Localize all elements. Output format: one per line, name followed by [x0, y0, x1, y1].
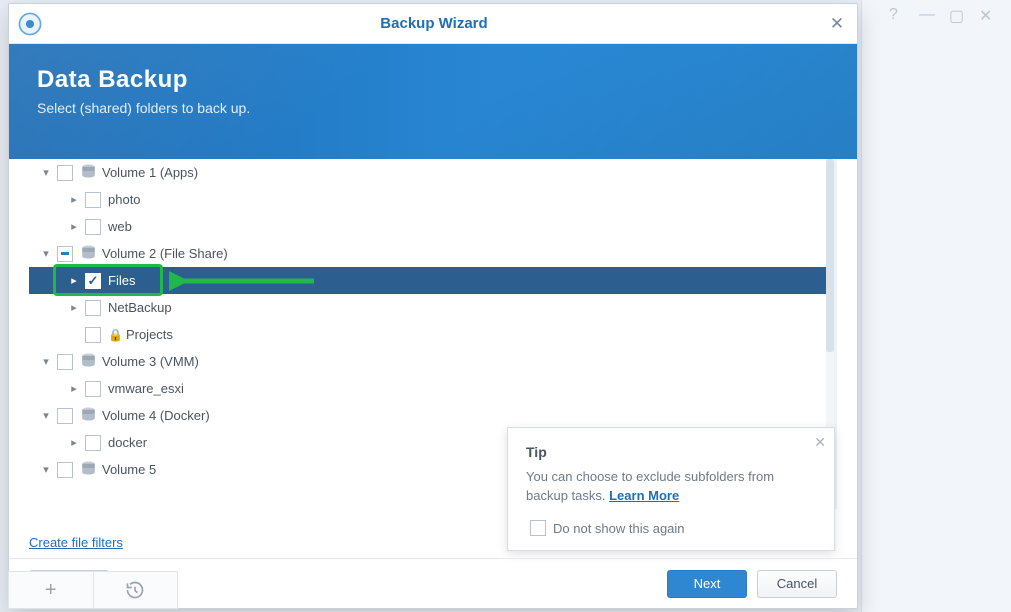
tree-row-label: NetBackup	[108, 300, 172, 315]
tree-row-label: Files	[108, 273, 135, 288]
bg-minimize-icon: —	[919, 6, 941, 24]
window-title: Backup Wizard	[51, 15, 817, 32]
tree-row[interactable]: ▸ NetBackup	[29, 294, 834, 321]
collapse-toggle-icon[interactable]: ▾	[39, 463, 53, 476]
tree-row[interactable]: ▸ vmware_esxi	[29, 375, 834, 402]
lock-icon: 🔒	[108, 328, 123, 342]
tree-row-label: vmware_esxi	[108, 381, 184, 396]
backup-wizard-window: Backup Wizard ✕ Data Backup Select (shar…	[8, 3, 858, 609]
bg-maximize-icon: ▢	[949, 6, 971, 24]
checkbox[interactable]	[57, 246, 73, 262]
tree-row[interactable]: 🔒Projects	[29, 321, 834, 348]
tree-row-label: Volume 4 (Docker)	[102, 408, 210, 423]
tree-row-label: web	[108, 219, 132, 234]
titlebar: Backup Wizard ✕	[9, 4, 857, 44]
ext-history-button[interactable]	[94, 571, 179, 609]
bg-help-icon: ?	[889, 6, 911, 24]
tree-row[interactable]: ▾ Volume 1 (Apps)	[29, 159, 834, 186]
external-toolbar: +	[8, 571, 178, 609]
checkbox[interactable]	[57, 462, 73, 478]
learn-more-link[interactable]: Learn More	[609, 488, 679, 503]
tip-dont-show-label: Do not show this again	[553, 521, 685, 536]
bg-close-icon: ✕	[979, 6, 1001, 24]
app-logo-icon	[9, 11, 51, 37]
tip-dont-show-checkbox[interactable]	[530, 520, 546, 536]
background-window-chrome: ? — ▢ ✕	[861, 0, 1011, 612]
checkbox[interactable]	[57, 408, 73, 424]
tree-row-label: docker	[108, 435, 147, 450]
collapse-toggle-icon[interactable]: ▾	[39, 355, 53, 368]
cancel-button[interactable]: Cancel	[757, 570, 837, 598]
checkbox[interactable]	[85, 219, 101, 235]
checkbox[interactable]	[57, 354, 73, 370]
tip-popup: ✕ Tip You can choose to exclude subfolde…	[507, 427, 835, 551]
checkbox[interactable]	[85, 300, 101, 316]
expand-toggle-icon[interactable]: ▸	[67, 220, 81, 233]
create-file-filters-link[interactable]: Create file filters	[29, 535, 123, 550]
volume-icon	[80, 164, 98, 181]
banner-heading: Data Backup	[37, 66, 829, 94]
collapse-toggle-icon[interactable]: ▾	[39, 166, 53, 179]
tree-row-label: Volume 5	[102, 462, 156, 477]
ext-add-button[interactable]: +	[8, 571, 94, 609]
checkbox[interactable]	[85, 192, 101, 208]
tip-dont-show-row: Do not show this again	[526, 520, 816, 536]
tree-row-label: Volume 1 (Apps)	[102, 165, 198, 180]
expand-toggle-icon[interactable]: ▸	[67, 274, 81, 287]
tree-row[interactable]: ▾ Volume 3 (VMM)	[29, 348, 834, 375]
expand-toggle-icon[interactable]: ▸	[67, 193, 81, 206]
volume-icon	[80, 353, 98, 370]
volume-icon	[80, 245, 98, 262]
checkbox[interactable]	[85, 381, 101, 397]
collapse-toggle-icon[interactable]: ▾	[39, 247, 53, 260]
tip-body: You can choose to exclude subfolders fro…	[526, 468, 816, 506]
next-button[interactable]: Next	[667, 570, 747, 598]
tree-row[interactable]: ▸ Files	[29, 267, 834, 294]
expand-toggle-icon[interactable]: ▸	[67, 382, 81, 395]
tree-row-label: photo	[108, 192, 141, 207]
volume-icon	[80, 461, 98, 478]
banner-subtitle: Select (shared) folders to back up.	[37, 100, 829, 116]
tree-row-label: Volume 2 (File Share)	[102, 246, 228, 261]
tip-title: Tip	[526, 444, 816, 460]
tree-row[interactable]: ▾ Volume 4 (Docker)	[29, 402, 834, 429]
volume-icon	[80, 407, 98, 424]
collapse-toggle-icon[interactable]: ▾	[39, 409, 53, 422]
tree-row[interactable]: ▸ photo	[29, 186, 834, 213]
checkbox[interactable]	[57, 165, 73, 181]
expand-toggle-icon[interactable]: ▸	[67, 436, 81, 449]
tip-close-button[interactable]: ✕	[814, 434, 826, 451]
checkbox[interactable]	[85, 327, 101, 343]
banner: Data Backup Select (shared) folders to b…	[9, 44, 857, 159]
tree-row-label: Projects	[126, 327, 173, 342]
tree-row[interactable]: ▾ Volume 2 (File Share)	[29, 240, 834, 267]
close-button[interactable]: ✕	[817, 14, 857, 34]
checkbox[interactable]	[85, 273, 101, 289]
checkbox[interactable]	[85, 435, 101, 451]
tree-row-label: Volume 3 (VMM)	[102, 354, 199, 369]
expand-toggle-icon[interactable]: ▸	[67, 301, 81, 314]
scrollbar-thumb[interactable]	[826, 159, 834, 352]
tree-row[interactable]: ▸ web	[29, 213, 834, 240]
